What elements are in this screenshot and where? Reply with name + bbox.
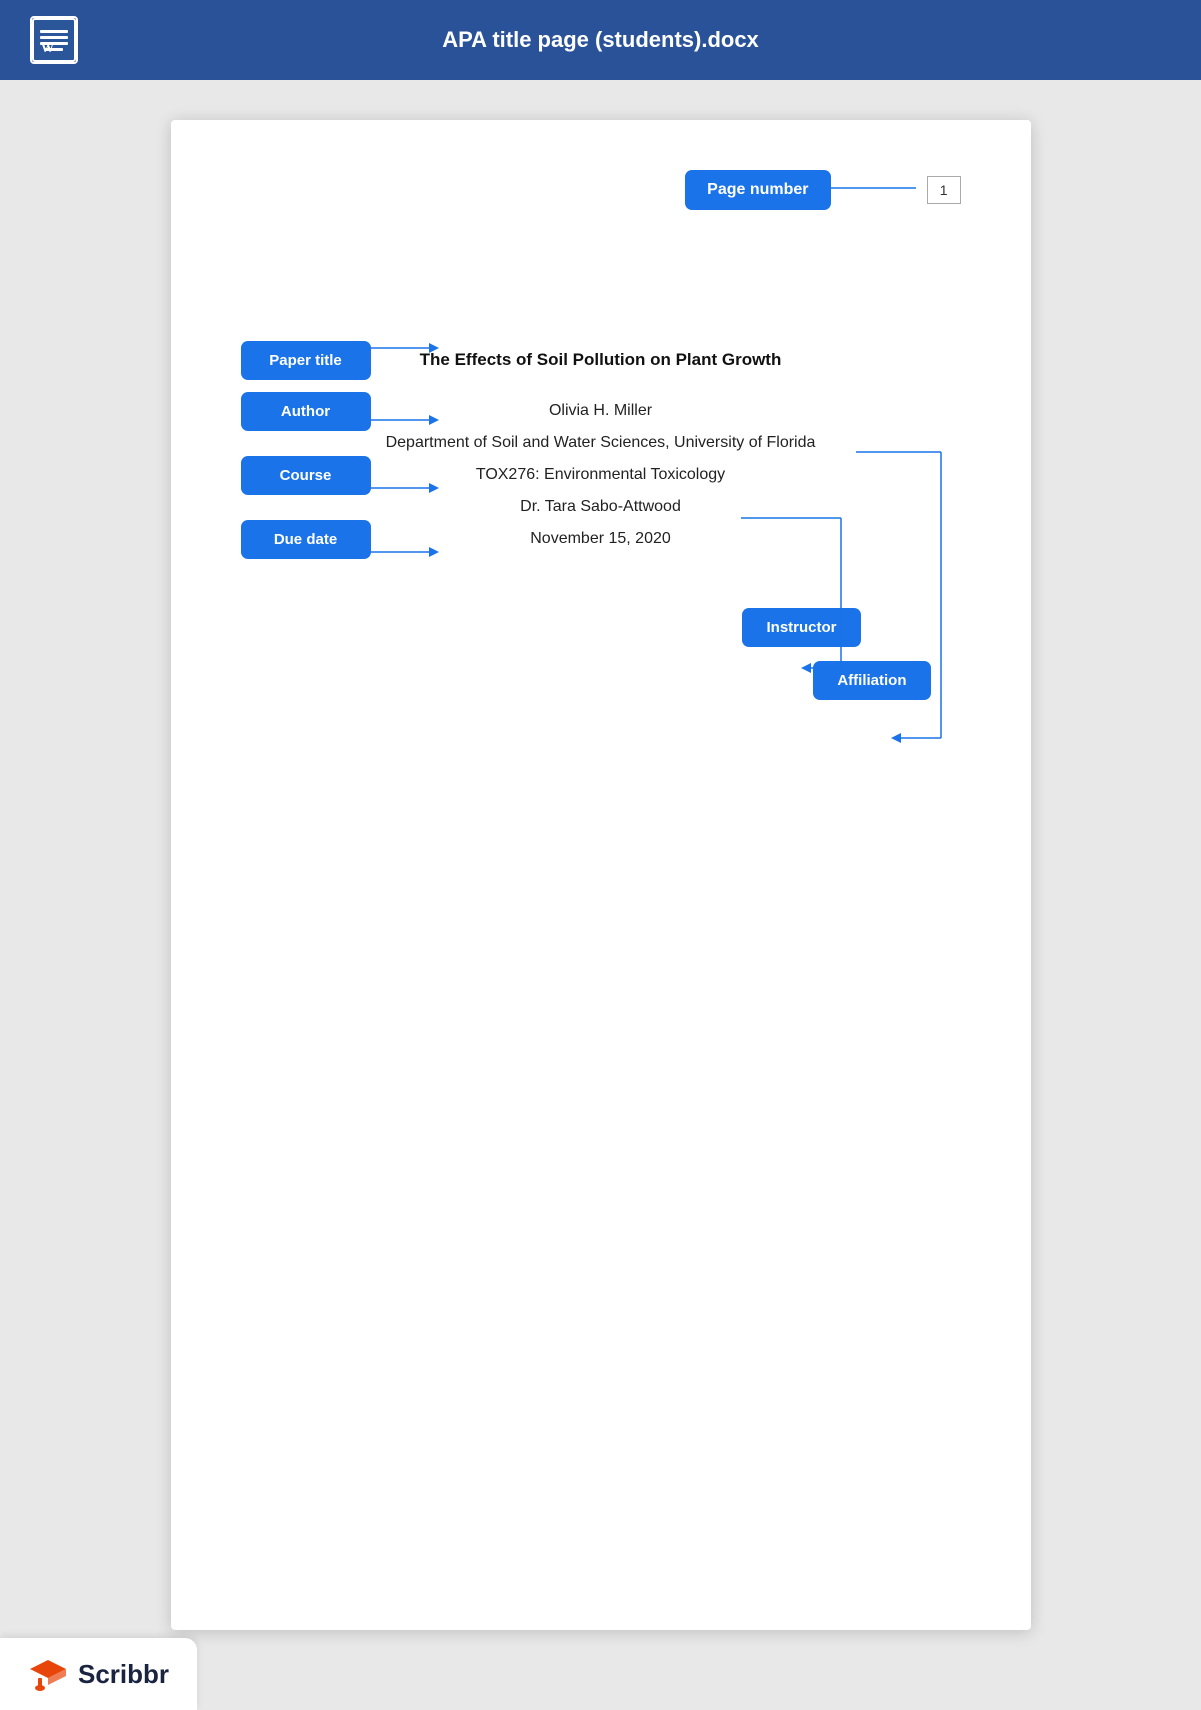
document-page: Page number 1 Paper title The Effects of…	[171, 120, 1031, 1630]
scribbr-name: Scribbr	[78, 1659, 169, 1690]
due-date-row: Due date November 15, 2020	[241, 530, 961, 548]
page-number-row: Page number 1	[241, 170, 961, 210]
course-row: Course TOX276: Environmental Toxicology	[241, 466, 961, 484]
affiliation-text: Department of Soil and Water Sciences, U…	[241, 434, 961, 452]
affiliation-label-row: Affiliation	[241, 661, 961, 700]
instructor-text-row: Dr. Tara Sabo-Attwood	[241, 498, 961, 516]
instructor-value: Dr. Tara Sabo-Attwood	[241, 498, 961, 516]
author-label: Author	[241, 392, 371, 431]
header-title: APA title page (students).docx	[98, 27, 1103, 53]
author-row: Author Olivia H. Miller	[241, 402, 961, 420]
scribbr-branding: Scribbr	[0, 1638, 197, 1710]
page-number-label: Page number	[685, 170, 830, 210]
due-date-label: Due date	[241, 520, 371, 559]
scribbr-logo-icon	[28, 1654, 68, 1694]
paper-title-label: Paper title	[241, 341, 371, 380]
main-area: Page number 1 Paper title The Effects of…	[0, 80, 1201, 1710]
paper-title-row: Paper title The Effects of Soil Pollutio…	[241, 350, 961, 370]
instructor-label-row: Instructor	[241, 608, 961, 647]
affiliation-label: Affiliation	[813, 661, 930, 700]
affiliation-text-row: Department of Soil and Water Sciences, U…	[241, 434, 961, 452]
course-label: Course	[241, 456, 371, 495]
word-icon: W	[30, 16, 78, 64]
instructor-label: Instructor	[742, 608, 860, 647]
page-number-value: 1	[927, 176, 961, 204]
header-bar: W APA title page (students).docx	[0, 0, 1201, 80]
